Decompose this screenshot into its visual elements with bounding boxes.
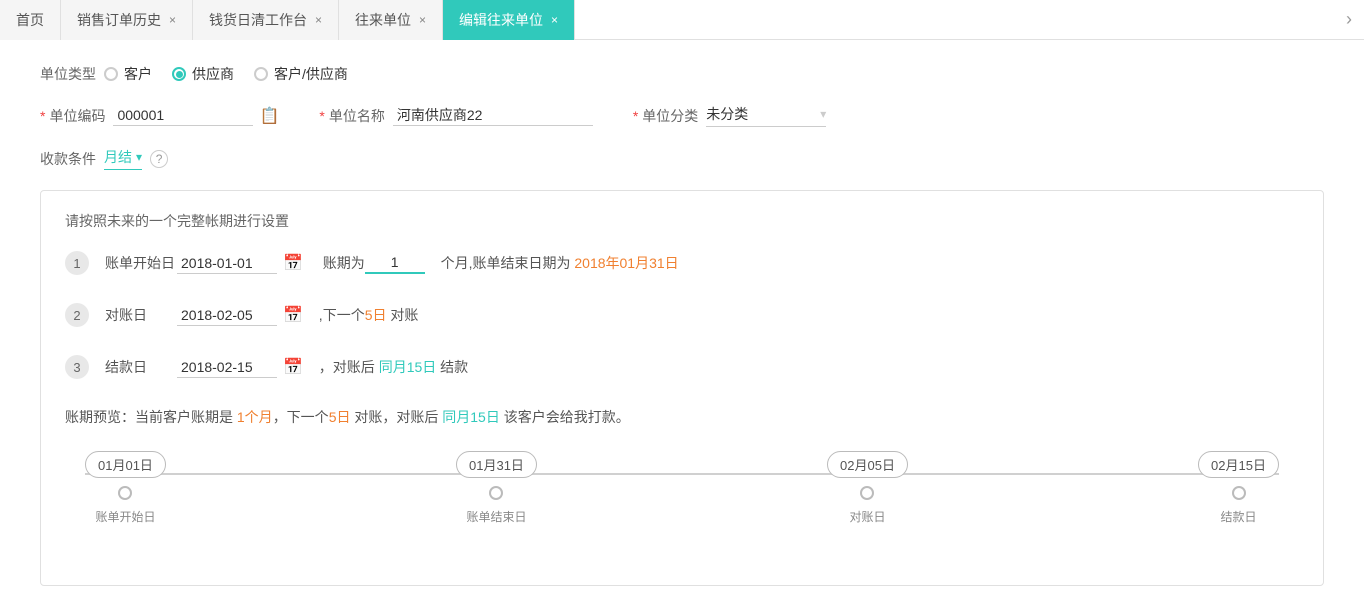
unit-category-label: 单位分类	[642, 106, 698, 126]
radio-customer[interactable]: 客户	[104, 64, 152, 84]
timeline-tag-1: 01月01日	[85, 451, 166, 478]
unit-name-label: 单位名称	[329, 106, 385, 126]
step-label-1: 账单开始日	[105, 253, 177, 273]
step-row-1: 1 账单开始日 📅 账期为 个月,账单结束日期为 2018年01月31日	[65, 251, 1299, 275]
payment-value: 月结	[104, 147, 132, 167]
payment-label: 收款条件	[40, 149, 96, 169]
step-row-2: 2 对账日 📅 ,下一个5日 对账	[65, 303, 1299, 327]
radio-supplier-label: 供应商	[192, 64, 234, 84]
timeline-label-4: 结款日	[1221, 508, 1257, 525]
tab-related-unit[interactable]: 往来单位 ×	[339, 0, 443, 40]
unit-name-star: *	[319, 108, 324, 124]
preview-highlight1: 1个月	[237, 409, 273, 425]
tab-edit-unit-close[interactable]: ×	[551, 13, 558, 27]
tab-edit-unit-label: 编辑往来单位	[459, 10, 543, 30]
panel-hint: 请按照未来的一个完整帐期进行设置	[65, 211, 1299, 231]
unit-type-label: 单位类型	[40, 64, 96, 84]
radio-supplier-circle	[172, 67, 186, 81]
timeline-tag-4: 02月15日	[1198, 451, 1279, 478]
tab-sales-history-label: 销售订单历史	[77, 10, 161, 30]
timeline-node-1: 01月01日 账单开始日	[85, 451, 166, 525]
step-row-3: 3 结款日 📅 ，对账后 同月15日 结款	[65, 355, 1299, 379]
timeline-node-3: 02月05日 对账日	[827, 451, 908, 525]
timeline-label-1: 账单开始日	[95, 508, 155, 525]
step-label-2: 对账日	[105, 305, 177, 325]
settings-panel: 请按照未来的一个完整帐期进行设置 1 账单开始日 📅 账期为 个月,账单结束日期…	[40, 190, 1324, 586]
step-1-unit: 个月,账单结束日期为 2018年01月31日	[437, 253, 679, 273]
step-calendar-3[interactable]: 📅	[283, 357, 303, 377]
payment-help-icon[interactable]: ?	[150, 150, 168, 168]
timeline-dot-1	[118, 486, 132, 500]
tab-related-unit-label: 往来单位	[355, 10, 411, 30]
period-input[interactable]	[365, 252, 425, 274]
unit-category-star: *	[633, 108, 638, 124]
tab-sales-history[interactable]: 销售订单历史 ×	[61, 0, 193, 40]
radio-customer-supplier-label: 客户/供应商	[274, 64, 348, 84]
step-date-1[interactable]	[177, 253, 277, 274]
unit-code-label: 单位编码	[49, 106, 105, 126]
unit-code-input[interactable]	[113, 105, 253, 126]
radio-customer-label: 客户	[124, 64, 152, 84]
unit-code-icon[interactable]: 📋	[259, 106, 279, 126]
step-3-desc: ，对账后 同月15日 结款	[315, 357, 468, 377]
unit-type-radio-group: 客户 供应商 客户/供应商	[104, 64, 348, 84]
unit-category-select[interactable]: 未分类 ▾	[706, 104, 826, 127]
tab-cash-work-label: 钱货日清工作台	[209, 10, 307, 30]
preview-highlight2: 5日	[329, 409, 351, 425]
radio-supplier[interactable]: 供应商	[172, 64, 234, 84]
step-1-middle: 账期为	[315, 253, 365, 273]
unit-category-arrow: ▾	[820, 107, 826, 121]
timeline-node-2: 01月31日 账单结束日	[456, 451, 537, 525]
step-2-desc: ,下一个5日 对账	[315, 305, 418, 325]
timeline-tag-2: 01月31日	[456, 451, 537, 478]
tab-cash-work-close[interactable]: ×	[315, 13, 322, 27]
timeline-dot-2	[489, 486, 503, 500]
unit-category-value: 未分类	[706, 104, 820, 124]
timeline-dot-3	[860, 486, 874, 500]
tab-sales-history-close[interactable]: ×	[169, 13, 176, 27]
radio-customer-supplier[interactable]: 客户/供应商	[254, 64, 348, 84]
tabs-more-button[interactable]: ›	[1334, 0, 1364, 40]
main-content: 单位类型 客户 供应商 客户/供应商 * 单位编码 📋 * 单位名称	[0, 40, 1364, 608]
preview-highlight3: 同月15日	[442, 409, 500, 425]
step-label-3: 结款日	[105, 357, 177, 377]
unit-code-group: * 单位编码 📋	[40, 105, 279, 126]
tab-home[interactable]: 首页	[0, 0, 61, 40]
timeline-label-3: 对账日	[849, 508, 885, 525]
unit-name-group: * 单位名称	[319, 105, 592, 126]
timeline: 01月01日 账单开始日 01月31日 账单结束日 02月05日 对账日	[65, 451, 1299, 565]
unit-type-row: 单位类型 客户 供应商 客户/供应商	[40, 64, 1324, 84]
tab-home-label: 首页	[16, 10, 44, 30]
tabs-bar: 首页 销售订单历史 × 钱货日清工作台 × 往来单位 × 编辑往来单位 × ›	[0, 0, 1364, 40]
payment-row: 收款条件 月结 ▾ ?	[40, 147, 1324, 170]
radio-customer-circle	[104, 67, 118, 81]
unit-name-input[interactable]	[393, 105, 593, 126]
timeline-dot-4	[1232, 486, 1246, 500]
payment-select[interactable]: 月结 ▾	[104, 147, 142, 170]
timeline-tag-3: 02月05日	[827, 451, 908, 478]
unit-category-group: * 单位分类 未分类 ▾	[633, 104, 826, 127]
step-num-1: 1	[65, 251, 89, 275]
radio-customer-supplier-circle	[254, 67, 268, 81]
step-date-3[interactable]	[177, 357, 277, 378]
tab-cash-work[interactable]: 钱货日清工作台 ×	[193, 0, 339, 40]
unit-info-row: * 单位编码 📋 * 单位名称 * 单位分类 未分类 ▾	[40, 104, 1324, 127]
payment-arrow: ▾	[136, 150, 142, 164]
step-num-3: 3	[65, 355, 89, 379]
step-num-2: 2	[65, 303, 89, 327]
tab-edit-unit[interactable]: 编辑往来单位 ×	[443, 0, 575, 40]
preview-text: 账期预览：当前客户账期是 1个月，下一个5日 对账，对账后 同月15日 该客户会…	[65, 407, 1299, 427]
timeline-label-2: 账单结束日	[466, 508, 526, 525]
step-calendar-1[interactable]: 📅	[283, 253, 303, 273]
unit-code-star: *	[40, 108, 45, 124]
step-calendar-2[interactable]: 📅	[283, 305, 303, 325]
tab-related-unit-close[interactable]: ×	[419, 13, 426, 27]
step-date-2[interactable]	[177, 305, 277, 326]
timeline-node-4: 02月15日 结款日	[1198, 451, 1279, 525]
